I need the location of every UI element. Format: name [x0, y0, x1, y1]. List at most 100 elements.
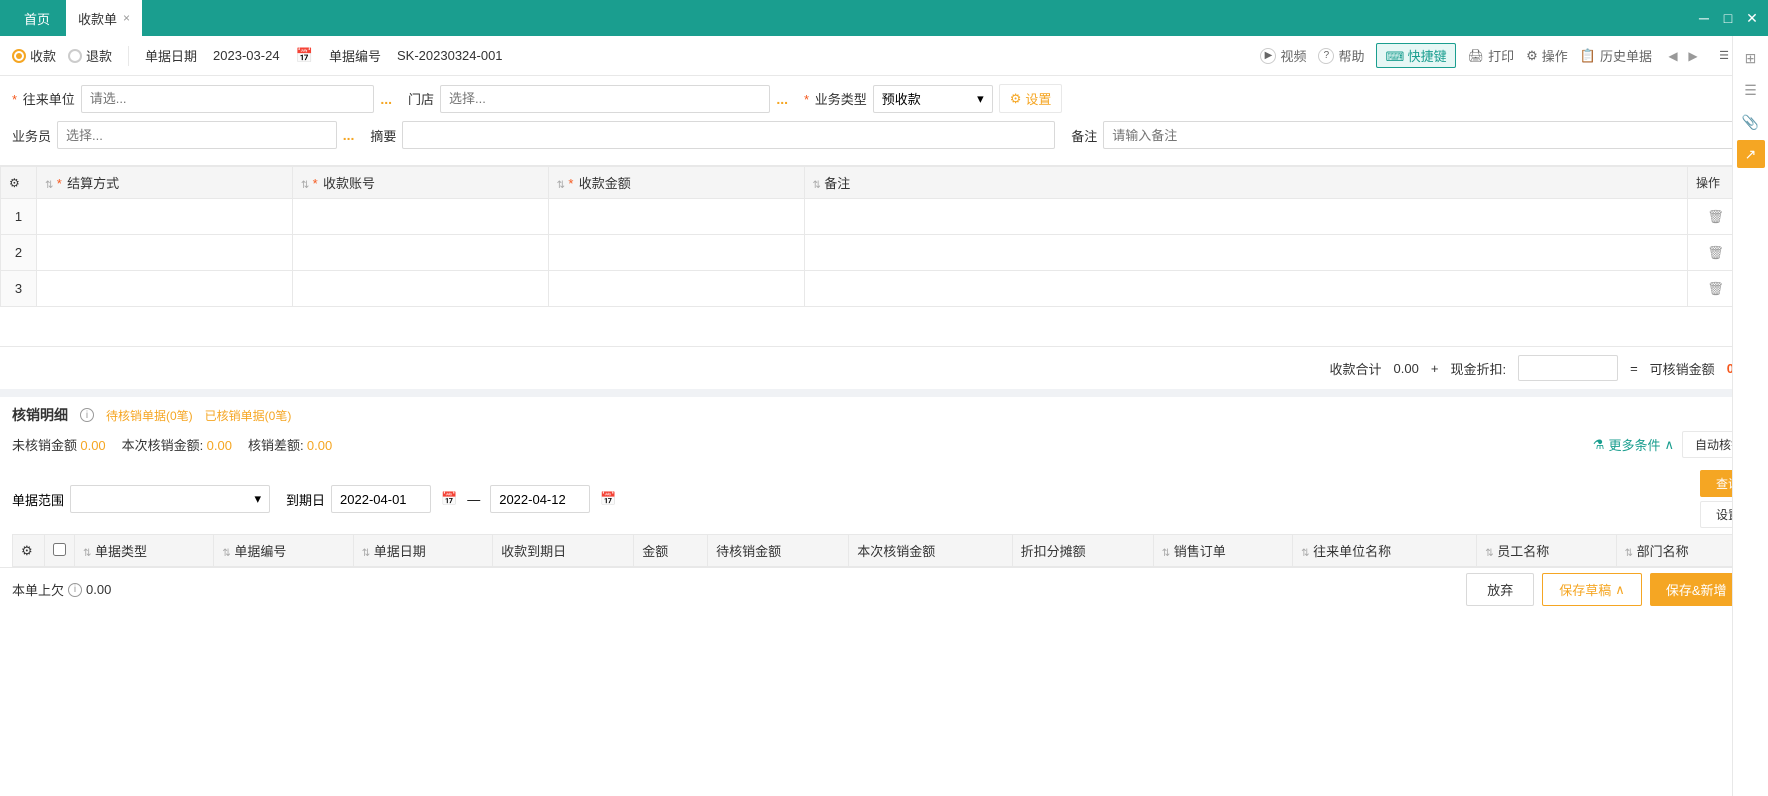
- date-range-sep: —: [467, 492, 480, 507]
- amount-header: ⇅ * 收款金额: [548, 167, 804, 199]
- bottom-table: ⚙ ⇅ 单据类型 ⇅ 单据编号 ⇅: [12, 534, 1756, 567]
- range-label: 单据范围: [12, 490, 64, 509]
- window-controls: ─ □ ✕: [1696, 10, 1760, 26]
- chevron-icon: ▾: [254, 491, 261, 507]
- party-ellipsis[interactable]: ...: [380, 91, 392, 107]
- checkbox-header[interactable]: [45, 535, 75, 567]
- settlement-cell-3[interactable]: [37, 271, 293, 307]
- store-input[interactable]: [440, 85, 770, 113]
- summary-row: 收款合计 0.00 + 现金折扣: = 可核销金额 0.00: [0, 346, 1768, 389]
- remark-cell-3[interactable]: [804, 271, 1688, 307]
- settings-button[interactable]: ⚙ 设置: [999, 84, 1063, 113]
- party-label: * 往来单位: [12, 89, 75, 108]
- account-cell-3[interactable]: [292, 271, 548, 307]
- settlement-input-2[interactable]: [37, 235, 292, 270]
- minimize-btn[interactable]: ─: [1696, 10, 1712, 26]
- account-input-1[interactable]: [293, 199, 548, 234]
- date-to-input[interactable]: [490, 485, 590, 513]
- radio-refund[interactable]: 退款: [68, 46, 112, 65]
- total-value: 0.00: [1394, 361, 1419, 376]
- store-ellipsis[interactable]: ...: [776, 91, 788, 107]
- amount-input-2[interactable]: [549, 235, 804, 270]
- shortcut-btn[interactable]: ⌨ 快捷键: [1376, 43, 1455, 68]
- summary-field: 摘要: [370, 121, 1055, 149]
- tab-close-icon[interactable]: ×: [123, 11, 130, 25]
- amount-cell-1[interactable]: [548, 199, 804, 235]
- help-btn[interactable]: ? 帮助: [1318, 46, 1364, 65]
- remark-cell-1[interactable]: [804, 199, 1688, 235]
- more-filters-btn[interactable]: ⚗ 更多条件 ∧: [1593, 435, 1674, 454]
- history-btn[interactable]: 📋 历史单据: [1580, 46, 1652, 65]
- chevron-up-icon: ∧: [1664, 437, 1674, 453]
- account-input-3[interactable]: [293, 271, 548, 306]
- pending-tab[interactable]: 待核销单据(0笔): [106, 407, 193, 424]
- discount-input[interactable]: [1518, 355, 1618, 381]
- staff-field: 业务员 ...: [12, 121, 354, 149]
- due-date-field: 到期日 📅 — 📅: [286, 485, 616, 513]
- calendar-icon[interactable]: 📅: [296, 47, 313, 64]
- radio-receipt[interactable]: 收款: [12, 46, 56, 65]
- amount-input-1[interactable]: [549, 199, 804, 234]
- side-table-icon[interactable]: ⊞: [1737, 44, 1765, 72]
- remark-input-1[interactable]: [805, 199, 1688, 234]
- on-order-info-icon[interactable]: i: [68, 583, 82, 597]
- tab-receipt[interactable]: 收款单 ×: [66, 0, 142, 36]
- table-gear-header[interactable]: ⚙: [1, 167, 37, 199]
- next-arrow[interactable]: ▶: [1684, 47, 1702, 65]
- amount-cell-2[interactable]: [548, 235, 804, 271]
- settlement-cell-2[interactable]: [37, 235, 293, 271]
- select-all-checkbox[interactable]: [53, 543, 66, 556]
- remark-input-2[interactable]: [805, 235, 1688, 270]
- settlement-input-1[interactable]: [37, 199, 292, 234]
- side-list-icon[interactable]: ☰: [1737, 76, 1765, 104]
- summary-input[interactable]: [402, 121, 1055, 149]
- maximize-btn[interactable]: □: [1720, 10, 1736, 26]
- cal-to-icon[interactable]: 📅: [600, 491, 616, 507]
- account-header: ⇅ * 收款账号: [292, 167, 548, 199]
- bottom-gear-header[interactable]: ⚙: [13, 535, 45, 567]
- this-time-value: 0.00: [207, 438, 232, 453]
- delete-btn-3[interactable]: 🗑: [1706, 279, 1726, 299]
- remark-input-3[interactable]: [805, 271, 1688, 306]
- video-btn[interactable]: ▶ 视频: [1260, 46, 1306, 65]
- settlement-input-3[interactable]: [37, 271, 292, 306]
- amount-input-3[interactable]: [549, 271, 804, 306]
- remark-label: 备注: [1071, 126, 1097, 145]
- verified-tab[interactable]: 已核销单据(0笔): [205, 407, 292, 424]
- unchecked-stat: 未核销金额 0.00: [12, 435, 106, 454]
- radio-receipt-label: 收款: [30, 46, 56, 65]
- amount-cell-3[interactable]: [548, 271, 804, 307]
- tab-home[interactable]: 首页: [8, 0, 66, 36]
- staff-ellipsis[interactable]: ...: [343, 127, 355, 143]
- staff-input[interactable]: [57, 121, 337, 149]
- prev-arrow[interactable]: ◀: [1664, 47, 1682, 65]
- range-select[interactable]: ▾: [70, 485, 270, 513]
- info-icon[interactable]: i: [80, 408, 94, 422]
- save-draft-btn[interactable]: 保存草稿 ∧: [1542, 573, 1642, 606]
- list-view-icon[interactable]: ☰: [1714, 46, 1734, 66]
- party-input[interactable]: [81, 85, 375, 113]
- party-field: * 往来单位 ...: [12, 85, 392, 113]
- main-wrapper: 收款 退款 单据日期 2023-03-24 📅 单据编号 SK-20230324…: [0, 36, 1768, 796]
- remark-cell-2[interactable]: [804, 235, 1688, 271]
- biz-type-select[interactable]: 预收款 ▾: [873, 85, 993, 113]
- close-btn[interactable]: ✕: [1744, 10, 1760, 26]
- date-from-input[interactable]: [331, 485, 431, 513]
- side-expand-icon[interactable]: ↗: [1737, 140, 1765, 168]
- print-btn[interactable]: 🖨 打印: [1468, 46, 1515, 65]
- account-cell-2[interactable]: [292, 235, 548, 271]
- account-cell-1[interactable]: [292, 199, 548, 235]
- delete-btn-1[interactable]: 🗑: [1706, 207, 1726, 227]
- side-attach-icon[interactable]: 📎: [1737, 108, 1765, 136]
- abandon-btn[interactable]: 放弃: [1466, 573, 1534, 606]
- remark-input[interactable]: [1103, 121, 1756, 149]
- cal-from-icon[interactable]: 📅: [441, 491, 457, 507]
- account-input-2[interactable]: [293, 235, 548, 270]
- delete-btn-2[interactable]: 🗑: [1706, 243, 1726, 263]
- doc-date-value: 2023-03-24: [213, 48, 280, 63]
- tab-receipt-label: 收款单: [78, 9, 117, 28]
- discount-label: 现金折扣:: [1450, 359, 1506, 378]
- settlement-cell-1[interactable]: [37, 199, 293, 235]
- radio-receipt-circle: [12, 49, 26, 63]
- operate-btn[interactable]: ⚙ 操作: [1526, 46, 1568, 65]
